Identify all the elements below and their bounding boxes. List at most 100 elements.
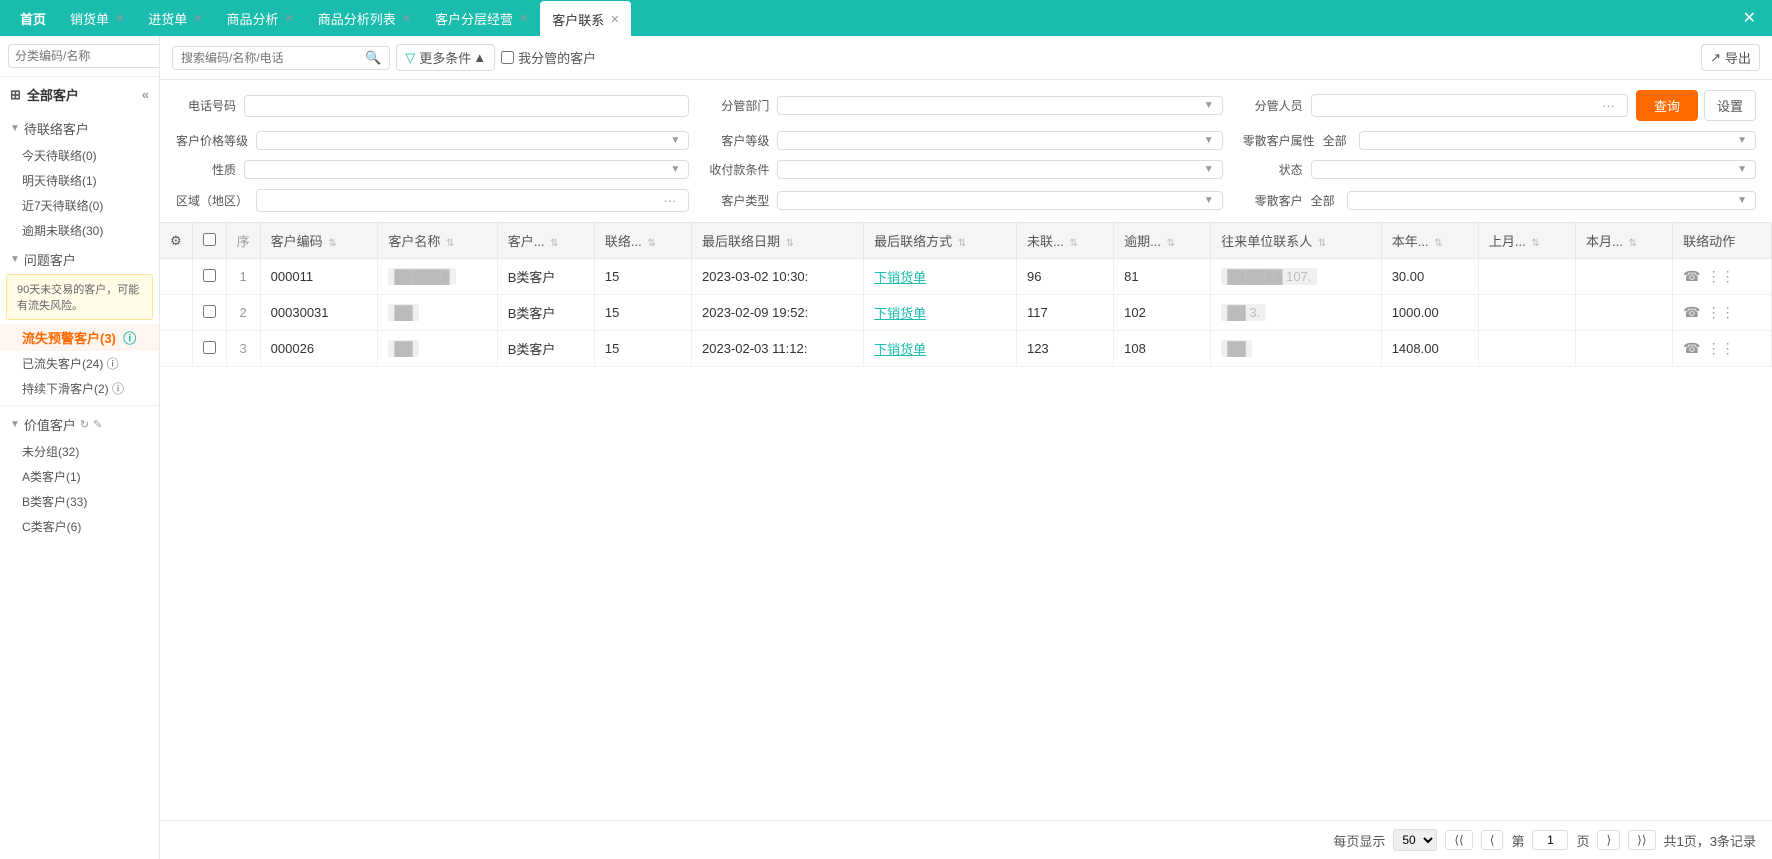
sidebar-item-ungrouped[interactable]: 未分组(32) bbox=[0, 439, 159, 464]
filter-select-dept[interactable]: ▼ bbox=[777, 96, 1222, 115]
filter-select-person[interactable]: ··· bbox=[1311, 94, 1628, 117]
sidebar-item-overdue[interactable]: 逾期未联络(30) bbox=[0, 218, 159, 243]
th-actions: 联络动作 bbox=[1673, 223, 1772, 259]
close-all-button[interactable]: ✕ bbox=[1735, 8, 1764, 28]
close-analysis-list-tab[interactable]: ✕ bbox=[402, 12, 411, 25]
filter-label-person: 分管人员 bbox=[1243, 97, 1303, 114]
th-year-amount[interactable]: 本年... ⇅ bbox=[1381, 223, 1478, 259]
sidebar-group-pending: ▼ 待联络客户 今天待联络(0) 明天待联络(1) 近7天待联络(0) 逾期未联… bbox=[0, 114, 159, 243]
th-this-month[interactable]: 本月... ⇅ bbox=[1576, 223, 1673, 259]
td-actions-1: ☎ ⋮⋮ bbox=[1673, 295, 1772, 331]
filter-input-phone[interactable] bbox=[244, 95, 689, 117]
th-settings[interactable]: ⚙ bbox=[160, 223, 192, 259]
action-more-icon-0[interactable]: ⋮⋮ bbox=[1707, 268, 1735, 285]
action-phone-icon-0[interactable]: ☎ bbox=[1683, 268, 1700, 285]
row-checkbox-0[interactable] bbox=[203, 269, 216, 282]
sort-type-icon: ⇅ bbox=[550, 238, 558, 249]
sidebar-item-c-class[interactable]: C类客户(6) bbox=[0, 514, 159, 539]
th-type[interactable]: 客户... ⇅ bbox=[497, 223, 594, 259]
per-page-select[interactable]: 50 bbox=[1393, 829, 1437, 851]
first-page-button[interactable]: ⟨⟨ bbox=[1445, 830, 1472, 850]
row-checkbox-2[interactable] bbox=[203, 341, 216, 354]
th-code[interactable]: 客户编码 ⇅ bbox=[260, 223, 378, 259]
filter-select-price-level[interactable]: ▼ bbox=[256, 131, 689, 150]
sidebar-item-today[interactable]: 今天待联络(0) bbox=[0, 143, 159, 168]
action-more-icon-1[interactable]: ⋮⋮ bbox=[1707, 304, 1735, 321]
action-phone-icon-2[interactable]: ☎ bbox=[1683, 340, 1700, 357]
close-customer-contact-tab[interactable]: ✕ bbox=[610, 13, 619, 26]
sidebar-group-value-title[interactable]: ▼ 价值客户 ↻ ✎ bbox=[0, 410, 159, 439]
th-last-month[interactable]: 上月... ⇅ bbox=[1478, 223, 1575, 259]
prev-page-button[interactable]: ⟨ bbox=[1481, 830, 1504, 850]
my-customers-checkbox-wrap[interactable]: 我分管的客户 bbox=[501, 48, 596, 67]
close-customer-tier-tab[interactable]: ✕ bbox=[519, 12, 528, 25]
sidebar-group-pending-title[interactable]: ▼ 待联络客户 bbox=[0, 114, 159, 143]
sidebar-item-a-class[interactable]: A类客户(1) bbox=[0, 464, 159, 489]
sidebar-item-churn-warning[interactable]: 流失预警客户(3) ⓘ bbox=[0, 324, 159, 351]
filter-select-retail-attr[interactable]: ▼ bbox=[1359, 131, 1756, 150]
filter-select-type[interactable]: ▼ bbox=[777, 191, 1222, 210]
filter-select-customer-level[interactable]: ▼ bbox=[777, 131, 1222, 150]
td-code-2: 000026 bbox=[260, 331, 378, 367]
sidebar-item-tomorrow[interactable]: 明天待联络(1) bbox=[0, 168, 159, 193]
th-overdue[interactable]: 逾期... ⇅ bbox=[1114, 223, 1211, 259]
tab-customer-contact[interactable]: 客户联系 ✕ bbox=[540, 1, 631, 37]
close-sales-tab[interactable]: ✕ bbox=[115, 12, 124, 25]
tab-analysis[interactable]: 商品分析 ✕ bbox=[214, 0, 305, 36]
td-name-2[interactable]: ██ bbox=[378, 331, 497, 367]
edit-icon[interactable]: ✎ bbox=[93, 418, 102, 431]
more-icon[interactable]: ··· bbox=[1598, 98, 1619, 113]
close-purchase-tab[interactable]: ✕ bbox=[193, 12, 202, 25]
tab-sales[interactable]: 销货单 ✕ bbox=[58, 0, 136, 36]
th-last-date[interactable]: 最后联络日期 ⇅ bbox=[692, 223, 864, 259]
sidebar-item-7days[interactable]: 近7天待联络(0) bbox=[0, 193, 159, 218]
next-page-button[interactable]: ⟩ bbox=[1597, 830, 1620, 850]
refresh-icon[interactable]: ↻ bbox=[80, 418, 89, 431]
action-phone-icon-1[interactable]: ☎ bbox=[1683, 304, 1700, 321]
th-last-method[interactable]: 最后联络方式 ⇅ bbox=[864, 223, 1017, 259]
search-input[interactable] bbox=[181, 51, 361, 65]
filter-label-phone: 电话号码 bbox=[176, 97, 236, 114]
search-icon[interactable]: 🔍 bbox=[365, 50, 381, 66]
tab-home[interactable]: 首页 bbox=[8, 0, 58, 36]
tab-analysis-list[interactable]: 商品分析列表 ✕ bbox=[306, 0, 423, 36]
th-contact[interactable]: 联络... ⇅ bbox=[594, 223, 691, 259]
filter-select-status[interactable]: ▼ bbox=[1311, 160, 1756, 179]
tab-purchase[interactable]: 进货单 ✕ bbox=[136, 0, 214, 36]
filter-select-region[interactable]: ··· bbox=[256, 189, 689, 212]
th-contact-person[interactable]: 往来单位联系人 ⇅ bbox=[1211, 223, 1381, 259]
sidebar-item-lost-customers[interactable]: 已流失客户(24) ⓘ bbox=[0, 351, 159, 376]
export-button[interactable]: ↗ 导出 bbox=[1701, 44, 1760, 71]
sidebar-item-b-class[interactable]: B类客户(33) bbox=[0, 489, 159, 514]
last-page-button[interactable]: ⟩⟩ bbox=[1628, 830, 1655, 850]
th-name[interactable]: 客户名称 ⇅ bbox=[378, 223, 497, 259]
setting-button[interactable]: 设置 bbox=[1704, 90, 1756, 121]
more-filter-button[interactable]: ▽ 更多条件 ▲ bbox=[396, 44, 495, 71]
sidebar-search-input[interactable] bbox=[8, 44, 160, 68]
row-checkbox-1[interactable] bbox=[203, 305, 216, 318]
sidebar-group-value: ▼ 价值客户 ↻ ✎ 未分组(32) A类客户(1) B类客户(33) C类客户… bbox=[0, 410, 159, 539]
page-number-input[interactable] bbox=[1532, 830, 1568, 850]
filter-label-nature: 性质 bbox=[176, 161, 236, 178]
td-name-1[interactable]: ██ bbox=[378, 295, 497, 331]
filter-select-payment[interactable]: ▼ bbox=[777, 160, 1222, 179]
region-more-icon[interactable]: ··· bbox=[659, 193, 680, 208]
td-last-method-2[interactable]: 下销货单 bbox=[864, 331, 1017, 367]
th-no-contact[interactable]: 未联... ⇅ bbox=[1016, 223, 1113, 259]
my-customers-checkbox[interactable] bbox=[501, 51, 514, 64]
table-area: ⚙ 序 客户编码 ⇅ 客户名称 ⇅ 客户... ⇅ 联络... ⇅ 最后联络日期… bbox=[160, 223, 1772, 820]
td-name-0[interactable]: ██████ bbox=[378, 259, 497, 295]
sidebar-item-declining-customers[interactable]: 持续下滑客户(2) ⓘ bbox=[0, 376, 159, 401]
select-all-checkbox[interactable] bbox=[203, 233, 216, 246]
close-analysis-tab[interactable]: ✕ bbox=[285, 12, 294, 25]
sidebar-group-problem-title[interactable]: ▼ 问题客户 bbox=[0, 245, 159, 274]
action-more-icon-2[interactable]: ⋮⋮ bbox=[1707, 340, 1735, 357]
tab-customer-tier[interactable]: 客户分层经营 ✕ bbox=[423, 0, 540, 36]
query-button[interactable]: 查询 bbox=[1636, 90, 1698, 121]
collapse-icon[interactable]: « bbox=[142, 87, 149, 102]
td-last-method-0[interactable]: 下销货单 bbox=[864, 259, 1017, 295]
td-last-method-1[interactable]: 下销货单 bbox=[864, 295, 1017, 331]
filter-select-nature[interactable]: ▼ bbox=[244, 160, 689, 179]
sidebar-all-customers[interactable]: ⊞ 全部客户 « bbox=[0, 77, 159, 112]
filter-select-retail[interactable]: ▼ bbox=[1347, 191, 1756, 210]
